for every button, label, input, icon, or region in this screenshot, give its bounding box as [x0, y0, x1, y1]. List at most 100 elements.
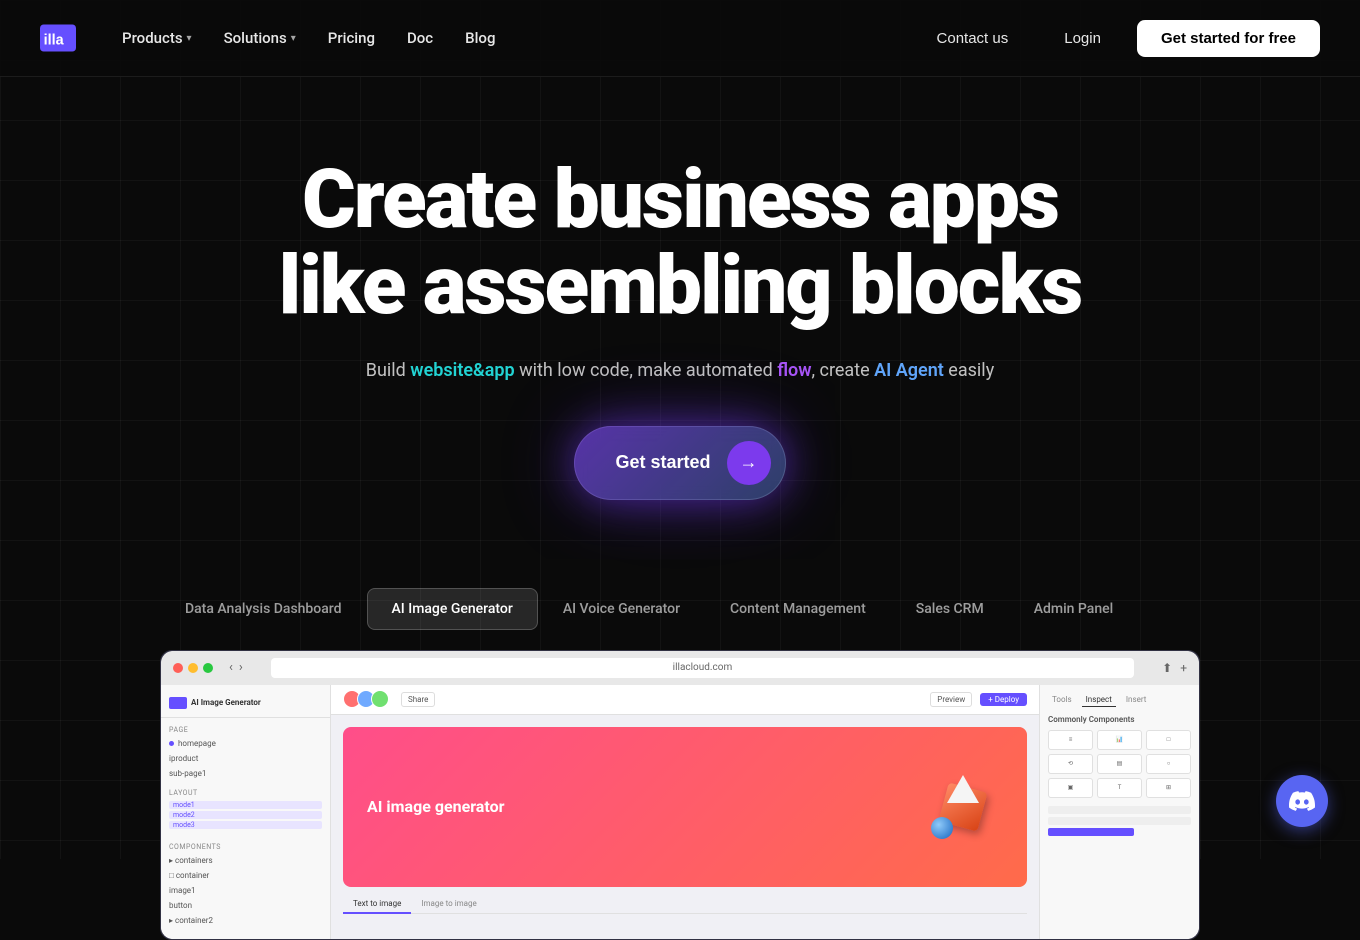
navigation: illa Products ▾ Solutions ▾ Pricing Doc … [0, 0, 1360, 77]
logo[interactable]: illa [40, 20, 76, 56]
layout-item-mode2[interactable]: mode2 [169, 811, 322, 819]
app-main: Share Preview + Deploy AI image generato… [331, 685, 1039, 939]
right-panel-tabs: Tools Inspect Insert [1048, 693, 1191, 707]
browser-forward-icon: › [239, 660, 243, 675]
component-item-7[interactable]: ▣ [1048, 778, 1093, 798]
tab-ai-image[interactable]: AI Image Generator [367, 588, 538, 630]
nav-item-doc[interactable]: Doc [393, 21, 447, 55]
browser-url-bar[interactable]: illacloud.com [271, 658, 1134, 678]
canvas-tabs: Text to image Image to image [343, 895, 1027, 914]
demo-tabs: Data Analysis Dashboard AI Image Generat… [0, 588, 1360, 630]
collaborator-avatars [343, 690, 389, 708]
contact-us-button[interactable]: Contact us [917, 22, 1029, 55]
sidebar-layout-items: mode1 mode2 mode3 [161, 799, 330, 833]
browser-nav-buttons: ‹ › [229, 660, 243, 675]
sidebar-components-label: COMPONENTS [161, 841, 330, 853]
canvas-card-title: AI image generator [367, 797, 504, 816]
sphere-shape [931, 817, 953, 839]
canvas-tab-image-to-image[interactable]: Image to image [411, 895, 486, 913]
app-canvas: AI image generator Text to image Image t… [331, 715, 1039, 926]
rp-tab-tools[interactable]: Tools [1048, 693, 1076, 707]
browser-share-icon: ⬆ [1162, 661, 1172, 675]
component-item-1[interactable]: ≡ [1048, 730, 1093, 750]
component-grid: ≡ 📊 □ ⟲ ▤ ○ ▣ T ⊞ [1048, 730, 1191, 798]
nav-links: Products ▾ Solutions ▾ Pricing Doc Blog [108, 21, 509, 55]
screenshot-inner: ‹ › illacloud.com ⬆ + AI Image Generator… [161, 651, 1199, 939]
highlight-ai-agent: AI Agent [874, 360, 944, 381]
nav-item-blog[interactable]: Blog [451, 21, 509, 55]
sidebar-layout-label: LAYOUT [161, 787, 330, 799]
browser-dot-fullscreen [203, 663, 213, 673]
sidebar-logo [169, 697, 187, 709]
nav-item-solutions[interactable]: Solutions ▾ [210, 21, 310, 55]
tab-data-analysis[interactable]: Data Analysis Dashboard [160, 588, 367, 630]
page-indicator [169, 741, 174, 746]
preview-button[interactable]: Preview [930, 692, 972, 707]
chevron-down-icon: ▾ [187, 33, 192, 44]
tab-admin-panel[interactable]: Admin Panel [1009, 588, 1138, 630]
layout-item-mode3[interactable]: mode3 [169, 821, 322, 829]
sidebar-item-image1[interactable]: image1 [161, 883, 330, 898]
share-button[interactable]: Share [401, 692, 435, 707]
browser-chrome: ‹ › illacloud.com ⬆ + [161, 651, 1199, 685]
sidebar-logo-row: AI Image Generator [161, 693, 330, 718]
rp-property-bar-3 [1048, 828, 1134, 836]
rp-property-bar-1 [1048, 806, 1191, 814]
component-item-8[interactable]: T [1097, 778, 1142, 798]
tab-sales-crm[interactable]: Sales CRM [891, 588, 1009, 630]
component-item-9[interactable]: ⊞ [1146, 778, 1191, 798]
deploy-button[interactable]: + Deploy [980, 693, 1027, 706]
canvas-3d-icon [923, 767, 1003, 847]
browser-dots [173, 663, 213, 673]
app-right-panel: Tools Inspect Insert Commonly Components… [1039, 685, 1199, 939]
sidebar-item-containers[interactable]: ▸ containers [161, 853, 330, 868]
highlight-flow: flow [777, 360, 811, 381]
browser-dot-close [173, 663, 183, 673]
nav-item-products[interactable]: Products ▾ [108, 21, 206, 55]
component-item-6[interactable]: ○ [1146, 754, 1191, 774]
sidebar-item-homepage[interactable]: homepage [161, 736, 330, 751]
hero-title: Create business apps like assembling blo… [130, 157, 1230, 329]
avatar-3 [371, 690, 389, 708]
sidebar-item-container[interactable]: □ container [161, 868, 330, 883]
hero-subtitle: Build website&app with low code, make au… [20, 357, 1340, 386]
cta-label: Get started [615, 452, 710, 473]
sidebar-app-title: AI Image Generator [191, 698, 261, 707]
svg-text:illa: illa [44, 32, 65, 48]
highlight-website-app: website&app [410, 360, 514, 381]
app-toolbar: Share Preview + Deploy [331, 685, 1039, 715]
browser-back-icon: ‹ [229, 660, 233, 675]
browser-actions: ⬆ + [1162, 661, 1187, 675]
browser-dot-minimize [188, 663, 198, 673]
screenshot-wrapper: ‹ › illacloud.com ⬆ + AI Image Generator… [160, 650, 1200, 940]
sidebar-item-iproduct[interactable]: iproduct [161, 751, 330, 766]
nav-right: Contact us Login Get started for free [917, 20, 1320, 57]
rp-tab-inspect[interactable]: Inspect [1082, 693, 1116, 707]
get-started-free-button[interactable]: Get started for free [1137, 20, 1320, 57]
browser-new-tab-icon: + [1180, 661, 1187, 675]
layout-item-mode1[interactable]: mode1 [169, 801, 322, 809]
component-item-4[interactable]: ⟲ [1048, 754, 1093, 774]
component-item-2[interactable]: 📊 [1097, 730, 1142, 750]
component-item-5[interactable]: ▤ [1097, 754, 1142, 774]
tab-ai-voice[interactable]: AI Voice Generator [538, 588, 705, 630]
nav-left: illa Products ▾ Solutions ▾ Pricing Doc … [40, 20, 509, 56]
tab-content-management[interactable]: Content Management [705, 588, 891, 630]
chevron-down-icon: ▾ [291, 33, 296, 44]
rp-property-bar-2 [1048, 817, 1191, 825]
arrow-right-icon: → [727, 441, 771, 485]
get-started-cta-button[interactable]: Get started → [574, 426, 785, 500]
app-sidebar: AI Image Generator PAGE homepage iproduc… [161, 685, 331, 939]
discord-button[interactable] [1276, 775, 1328, 827]
sidebar-item-container2[interactable]: ▸ container2 [161, 913, 330, 928]
triangle-shape [947, 775, 979, 803]
sidebar-pages-label: PAGE [161, 724, 330, 736]
canvas-tab-text-to-image[interactable]: Text to image [343, 895, 411, 914]
sidebar-item-subpage1[interactable]: sub-page1 [161, 766, 330, 781]
nav-item-pricing[interactable]: Pricing [314, 21, 389, 55]
component-item-3[interactable]: □ [1146, 730, 1191, 750]
cta-wrapper: Get started → [20, 426, 1340, 500]
login-button[interactable]: Login [1044, 22, 1121, 55]
rp-tab-insert[interactable]: Insert [1122, 693, 1151, 707]
sidebar-item-button1[interactable]: button [161, 898, 330, 913]
